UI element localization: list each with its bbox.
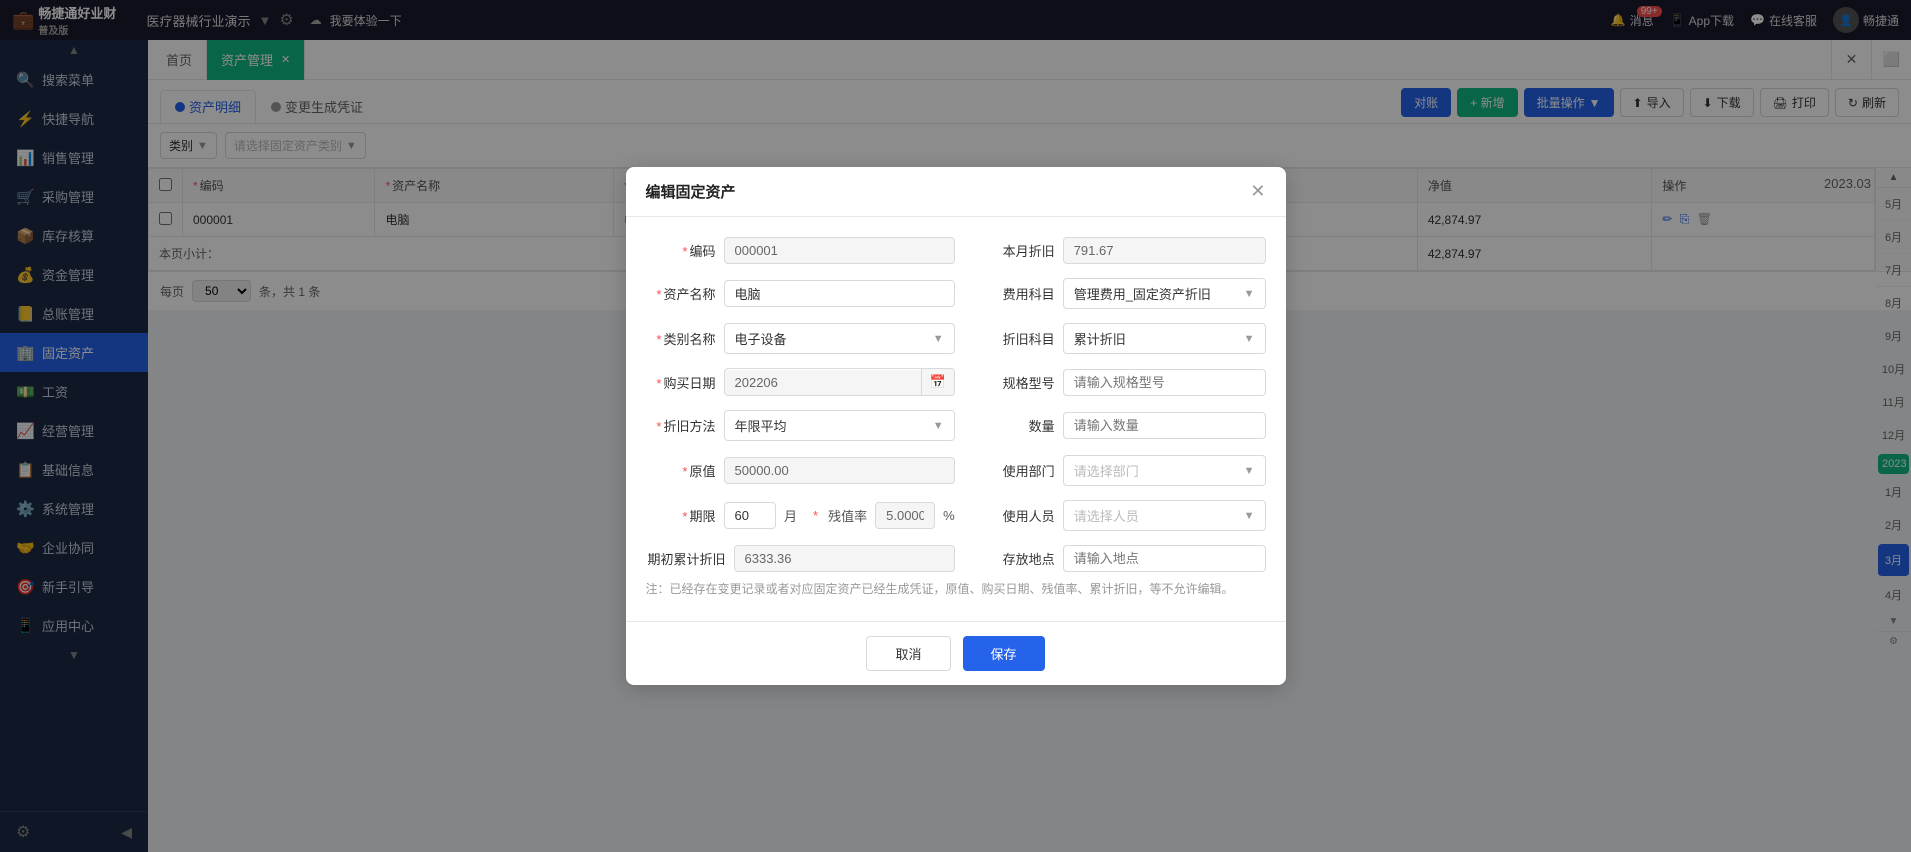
code-input[interactable]	[724, 237, 955, 264]
field-category: *类别名称 电子设备 ▼	[646, 323, 955, 354]
field-period-residual: *期限 月 * 残值率 %	[646, 500, 955, 531]
period-label: *期限	[646, 506, 716, 525]
field-code: *编码	[646, 237, 955, 264]
department-label: 使用部门	[975, 461, 1055, 480]
field-monthly-depreciation: 本月折旧	[975, 237, 1266, 264]
purchase-date-label: *购买日期	[646, 373, 716, 392]
expense-account-select[interactable]: 管理费用_固定资产折旧 ▼	[1063, 278, 1266, 309]
period-input[interactable]	[724, 502, 777, 529]
modal-footer: 取消 保存	[626, 621, 1286, 685]
calendar-icon[interactable]: 📅	[921, 369, 954, 395]
purchase-date-input[interactable]	[725, 370, 921, 395]
initial-dep-label: 期初累计折旧	[646, 549, 726, 568]
residual-rate-input	[875, 502, 935, 529]
original-value-label: *原值	[646, 461, 716, 480]
quantity-input[interactable]	[1063, 412, 1266, 439]
modal-close-btn[interactable]: ✕	[1250, 181, 1265, 202]
period-unit: 月	[784, 506, 797, 525]
field-expense-account: 费用科目 管理费用_固定资产折旧 ▼	[975, 278, 1266, 309]
expense-account-label: 费用科目	[975, 284, 1055, 303]
save-btn[interactable]: 保存	[963, 636, 1045, 671]
department-select[interactable]: 请选择部门 ▼	[1063, 455, 1266, 486]
purchase-date-wrap: 📅	[724, 368, 955, 396]
category-select[interactable]: 电子设备 ▼	[724, 323, 955, 354]
field-staff: 使用人员 请选择人员 ▼	[975, 500, 1266, 531]
monthly-dep-input	[1063, 237, 1266, 264]
monthly-dep-label: 本月折旧	[975, 241, 1055, 260]
initial-dep-input	[734, 545, 955, 572]
field-original-value: *原值	[646, 455, 955, 486]
field-department: 使用部门 请选择部门 ▼	[975, 455, 1266, 486]
quantity-label: 数量	[975, 416, 1055, 435]
method-select[interactable]: 年限平均 ▼	[724, 410, 955, 441]
staff-label: 使用人员	[975, 506, 1055, 525]
modal-header: 编辑固定资产 ✕	[626, 167, 1286, 217]
residual-rate-unit: %	[943, 508, 955, 523]
storage-input[interactable]	[1063, 545, 1266, 572]
cancel-btn[interactable]: 取消	[866, 636, 950, 671]
code-label: *编码	[646, 241, 716, 260]
asset-name-input[interactable]	[724, 280, 955, 307]
staff-select[interactable]: 请选择人员 ▼	[1063, 500, 1266, 531]
modal-title: 编辑固定资产	[646, 181, 736, 202]
model-label: 规格型号	[975, 373, 1055, 392]
field-initial-depreciation: 期初累计折旧	[646, 545, 955, 572]
field-model: 规格型号	[975, 368, 1266, 396]
field-depreciation-account: 折旧科目 累计折旧 ▼	[975, 323, 1266, 354]
model-input[interactable]	[1063, 369, 1266, 396]
residual-rate-label: 残值率	[828, 506, 867, 525]
original-value-input	[724, 457, 955, 484]
dep-account-select[interactable]: 累计折旧 ▼	[1063, 323, 1266, 354]
field-quantity: 数量	[975, 410, 1266, 441]
storage-label: 存放地点	[975, 549, 1055, 568]
form-grid: *编码 本月折旧 *资产名称 费用科	[646, 237, 1266, 572]
method-label: *折旧方法	[646, 416, 716, 435]
field-asset-name: *资产名称	[646, 278, 955, 309]
dep-account-label: 折旧科目	[975, 329, 1055, 348]
category-label: *类别名称	[646, 329, 716, 348]
modal-note: 注：已经存在变更记录或者对应固定资产已经生成凭证，原值、购买日期、残值率、累计折…	[646, 572, 1266, 601]
asset-name-label: *资产名称	[646, 284, 716, 303]
modal-body: *编码 本月折旧 *资产名称 费用科	[626, 217, 1286, 621]
modal-overlay: 编辑固定资产 ✕ *编码 本月折旧	[0, 0, 1911, 852]
field-storage: 存放地点	[975, 545, 1266, 572]
field-method: *折旧方法 年限平均 ▼	[646, 410, 955, 441]
edit-asset-modal: 编辑固定资产 ✕ *编码 本月折旧	[626, 167, 1286, 685]
field-purchase-date: *购买日期 📅	[646, 368, 955, 396]
